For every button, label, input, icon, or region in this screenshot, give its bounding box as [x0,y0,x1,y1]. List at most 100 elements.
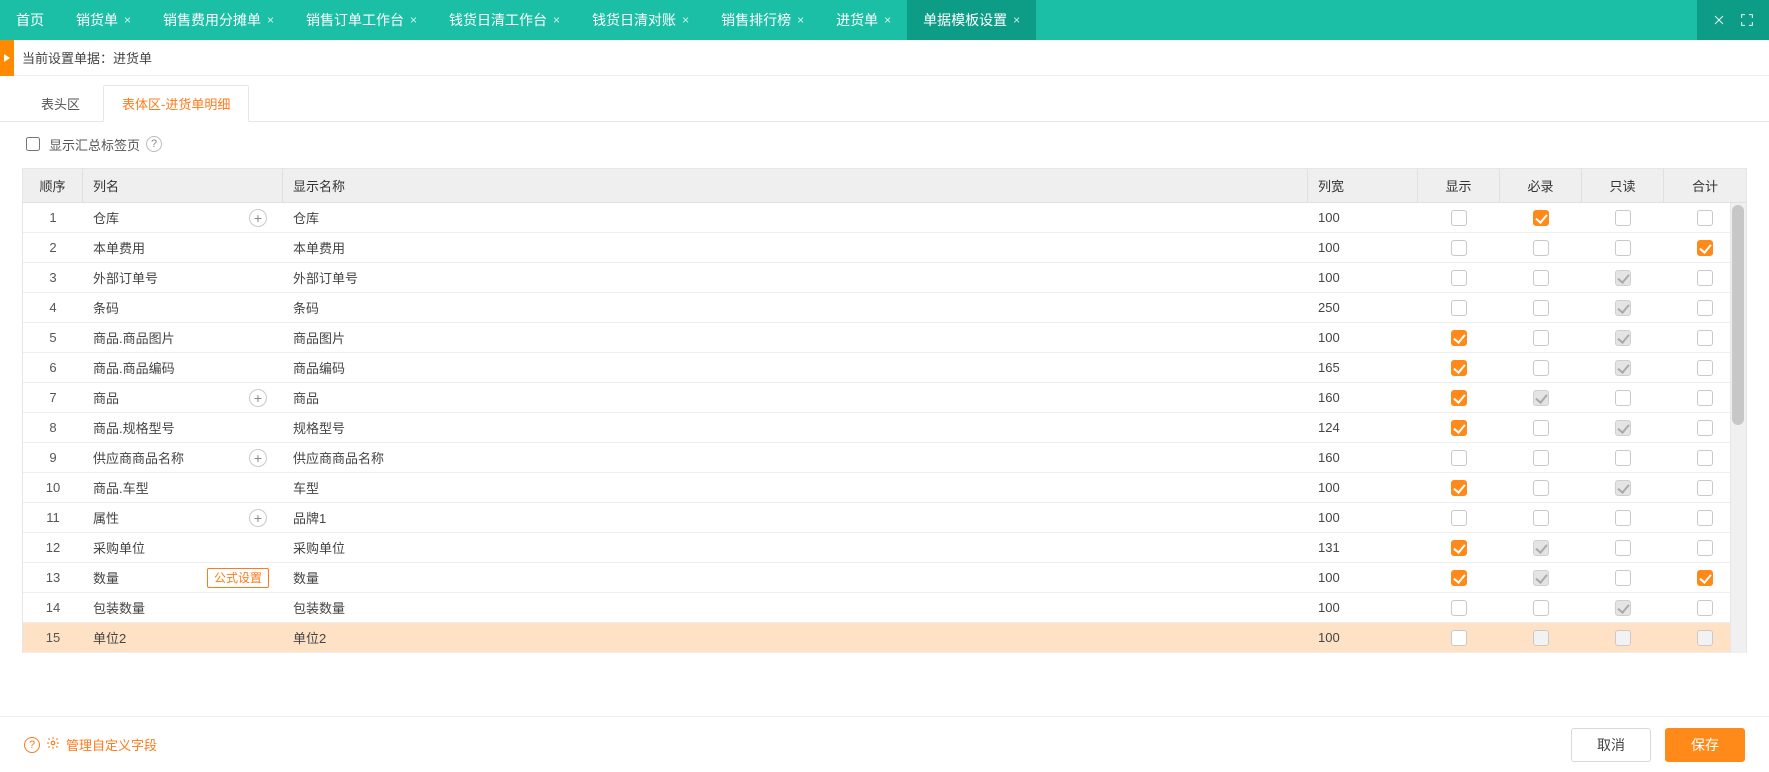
add-icon[interactable]: + [249,509,267,527]
cell-column-width[interactable]: 100 [1308,480,1418,495]
table-row[interactable]: 14包装数量包装数量100 [23,593,1746,623]
scrollbar-thumb[interactable] [1732,205,1744,425]
help-icon[interactable]: ? [146,136,162,152]
checkbox-show[interactable] [1451,600,1467,616]
checkbox-required[interactable] [1533,360,1549,376]
table-row[interactable]: 8商品.规格型号规格型号124 [23,413,1746,443]
checkbox-show[interactable] [1451,390,1467,406]
show-summary-tabpage-checkbox[interactable] [26,137,40,151]
checkbox-required[interactable] [1533,240,1549,256]
cell-column-width[interactable]: 100 [1308,210,1418,225]
checkbox-total[interactable] [1697,210,1713,226]
table-row[interactable]: 2本单费用本单费用100 [23,233,1746,263]
cell-column-width[interactable]: 100 [1308,510,1418,525]
table-row[interactable]: 15单位2单位2100 [23,623,1746,653]
cell-column-width[interactable]: 160 [1308,450,1418,465]
cell-column-width[interactable]: 131 [1308,540,1418,555]
table-row[interactable]: 10商品.车型车型100 [23,473,1746,503]
cancel-button[interactable]: 取消 [1571,728,1651,762]
checkbox-total[interactable] [1697,420,1713,436]
cell-display-name[interactable]: 本单费用 [283,238,1308,257]
cell-display-name[interactable]: 条码 [283,298,1308,317]
cell-column-width[interactable]: 124 [1308,420,1418,435]
checkbox-total[interactable] [1697,330,1713,346]
cell-display-name[interactable]: 仓库 [283,208,1308,227]
top-tab[interactable]: 销货单× [60,0,147,40]
close-icon[interactable]: × [267,13,274,27]
checkbox-show[interactable] [1451,540,1467,556]
checkbox-show[interactable] [1451,510,1467,526]
cell-display-name[interactable]: 包装数量 [283,598,1308,617]
checkbox-show[interactable] [1451,450,1467,466]
checkbox-required[interactable] [1533,510,1549,526]
cell-column-width[interactable]: 100 [1308,600,1418,615]
cell-column-width[interactable]: 100 [1308,630,1418,645]
top-tab[interactable]: 销售费用分摊单× [147,0,290,40]
table-row[interactable]: 7商品+商品160 [23,383,1746,413]
close-icon[interactable]: × [410,13,417,27]
checkbox-show[interactable] [1451,360,1467,376]
save-button[interactable]: 保存 [1665,728,1745,762]
top-tab[interactable]: 首页 [0,0,60,40]
checkbox-show[interactable] [1451,330,1467,346]
cell-display-name[interactable]: 规格型号 [283,418,1308,437]
checkbox-total[interactable] [1697,390,1713,406]
table-row[interactable]: 5商品.商品图片商品图片100 [23,323,1746,353]
close-icon[interactable]: × [884,13,891,27]
checkbox-required[interactable] [1533,450,1549,466]
checkbox-required[interactable] [1533,210,1549,226]
checkbox-show[interactable] [1451,480,1467,496]
checkbox-total[interactable] [1697,480,1713,496]
checkbox-total[interactable] [1697,540,1713,556]
cell-column-width[interactable]: 250 [1308,300,1418,315]
cell-display-name[interactable]: 车型 [283,478,1308,497]
top-tab[interactable]: 销售订单工作台× [290,0,433,40]
tab-body-area[interactable]: 表体区-进货单明细 [103,85,249,122]
checkbox-readonly[interactable] [1615,450,1631,466]
cell-display-name[interactable]: 采购单位 [283,538,1308,557]
checkbox-readonly[interactable] [1615,510,1631,526]
cell-column-width[interactable]: 100 [1308,570,1418,585]
top-tab[interactable]: 单据模板设置× [907,0,1036,40]
close-all-icon[interactable] [1705,6,1733,34]
checkbox-required[interactable] [1533,300,1549,316]
close-icon[interactable]: × [553,13,560,27]
cell-display-name[interactable]: 数量 [283,568,1308,587]
manage-custom-fields-link[interactable]: 管理自定义字段 [66,735,157,754]
cell-column-width[interactable]: 100 [1308,270,1418,285]
checkbox-show[interactable] [1451,630,1467,646]
top-tab[interactable]: 进货单× [820,0,907,40]
checkbox-required[interactable] [1533,480,1549,496]
table-row[interactable]: 1仓库+仓库100 [23,203,1746,233]
table-row[interactable]: 4条码条码250 [23,293,1746,323]
checkbox-readonly[interactable] [1615,240,1631,256]
fullscreen-icon[interactable] [1733,6,1761,34]
formula-settings-badge[interactable]: 公式设置 [207,568,269,588]
checkbox-readonly[interactable] [1615,570,1631,586]
collapse-handle-icon[interactable] [0,40,14,76]
add-icon[interactable]: + [249,389,267,407]
table-row[interactable]: 3外部订单号外部订单号100 [23,263,1746,293]
checkbox-required[interactable] [1533,420,1549,436]
checkbox-show[interactable] [1451,300,1467,316]
checkbox-show[interactable] [1451,270,1467,286]
checkbox-readonly[interactable] [1615,390,1631,406]
add-icon[interactable]: + [249,209,267,227]
close-icon[interactable]: × [1013,13,1020,27]
cell-column-width[interactable]: 100 [1308,240,1418,255]
checkbox-show[interactable] [1451,570,1467,586]
checkbox-required[interactable] [1533,330,1549,346]
checkbox-total[interactable] [1697,450,1713,466]
checkbox-show[interactable] [1451,240,1467,256]
cell-column-width[interactable]: 100 [1308,330,1418,345]
checkbox-total[interactable] [1697,510,1713,526]
cell-display-name[interactable]: 商品图片 [283,328,1308,347]
close-icon[interactable]: × [124,13,131,27]
checkbox-total[interactable] [1697,240,1713,256]
top-tab[interactable]: 销售排行榜× [705,0,820,40]
checkbox-required[interactable] [1533,270,1549,286]
checkbox-total[interactable] [1697,360,1713,376]
cell-display-name[interactable]: 品牌1 [283,508,1308,527]
checkbox-total[interactable] [1697,570,1713,586]
top-tab[interactable]: 钱货日清工作台× [433,0,576,40]
